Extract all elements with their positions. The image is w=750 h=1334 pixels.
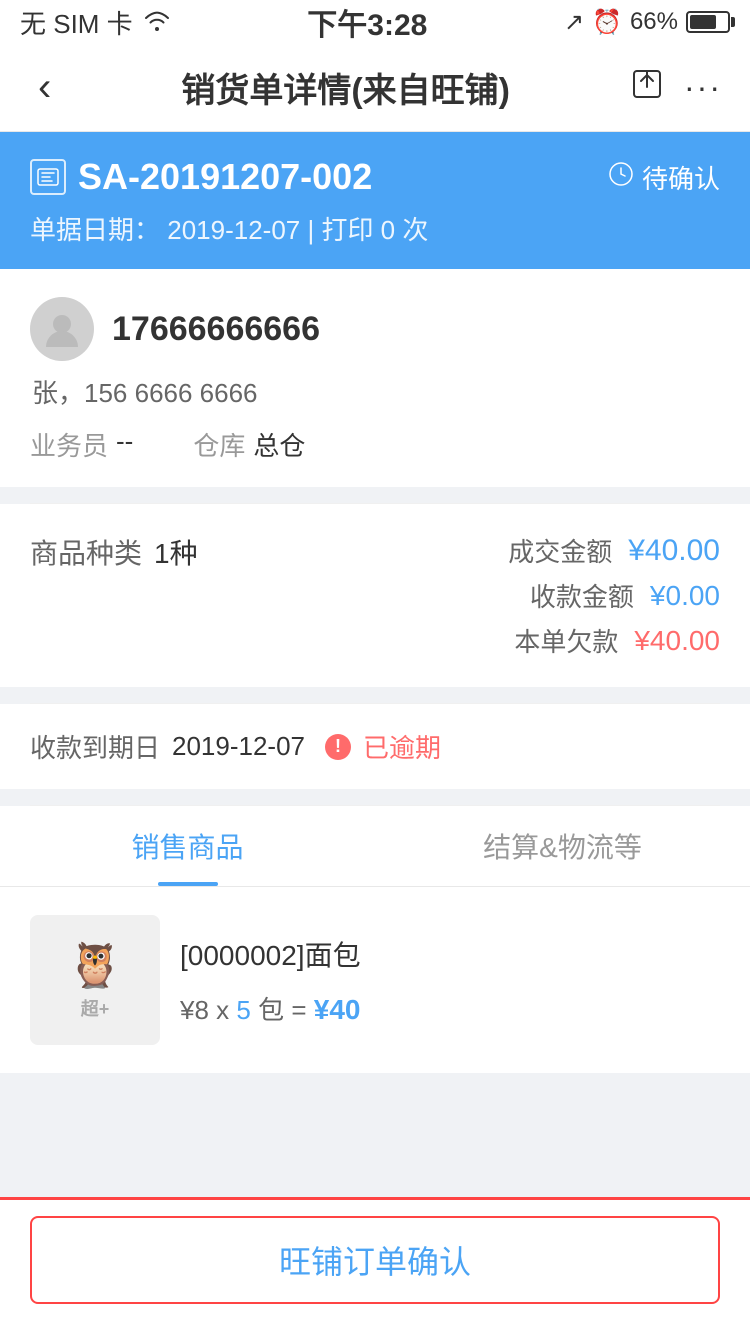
clock-icon <box>608 161 634 194</box>
due-date-label: 收款到期日 <box>30 728 160 765</box>
product-total: ¥40 <box>314 994 361 1025</box>
warehouse-label: 仓库 <box>193 426 245 463</box>
due-section: 收款到期日 2019-12-07 ! 已逾期 <box>0 704 750 789</box>
received-label: 收款金额 <box>530 577 634 614</box>
product-thumbnail: 🦉 超+ <box>30 915 160 1045</box>
amount-label: 成交金额 <box>508 532 612 569</box>
alarm-icon: ⏰ <box>592 8 622 37</box>
avatar <box>30 297 94 361</box>
customer-name: 张，156 6666 6666 <box>30 373 720 410</box>
order-date: 单据日期： 2019-12-07 | 打印 0 次 <box>30 210 720 247</box>
product-type-label: 商品种类 <box>30 532 142 572</box>
product-type-value: 1种 <box>154 532 198 572</box>
wifi-icon <box>143 7 171 38</box>
nav-actions: ··· <box>630 67 722 109</box>
amount-value: ¥40.00 <box>628 534 720 568</box>
battery-percent: 66% <box>630 8 678 36</box>
status-text: 待确认 <box>642 159 720 196</box>
battery-icon <box>686 11 730 33</box>
back-button[interactable]: ‹ <box>28 55 61 120</box>
product-info: [0000002]面包 ¥8 x 5 包 = ¥40 <box>180 934 720 1027</box>
sales-value: -- <box>116 426 133 463</box>
product-thumb-text: 超+ <box>81 995 110 1021</box>
product-list: 🦉 超+ [0000002]面包 ¥8 x 5 包 = ¥40 <box>0 887 750 1073</box>
status-time: 下午3:28 <box>307 0 427 44</box>
product-price: ¥8 x 5 包 = ¥40 <box>180 990 720 1027</box>
order-header: SA-20191207-002 待确认 单据日期： 2019-12-07 | 打… <box>0 132 750 269</box>
due-amount-value: ¥40.00 <box>634 625 720 657</box>
product-name: [0000002]面包 <box>180 934 720 974</box>
tabs-bar: 销售商品 结算&物流等 <box>0 806 750 887</box>
nav-bar: ‹ 销货单详情(来自旺铺) ··· <box>0 44 750 132</box>
more-button[interactable]: ··· <box>684 69 722 106</box>
share-button[interactable] <box>630 67 664 109</box>
order-id: SA-20191207-002 <box>30 156 372 198</box>
bottom-bar: 旺铺订单确认 <box>0 1197 750 1334</box>
order-status: 待确认 <box>608 159 720 196</box>
customer-meta: 业务员 -- 仓库 总仓 <box>30 426 720 463</box>
location-icon: ↗ <box>564 8 584 37</box>
summary-section: 商品种类 1种 成交金额 ¥40.00 收款金额 ¥0.00 本单欠款 ¥40.… <box>0 504 750 687</box>
due-date-value: 2019-12-07 <box>172 731 305 762</box>
customer-phone: 17666666666 <box>112 310 320 349</box>
received-value: ¥0.00 <box>650 580 720 612</box>
status-left: 无 SIM 卡 <box>20 4 171 41</box>
tab-sales-products[interactable]: 销售商品 <box>0 806 375 886</box>
product-thumb-icon: 🦉 <box>68 939 123 991</box>
overdue-icon: ! <box>325 734 351 760</box>
status-bar: 无 SIM 卡 下午3:28 ↗ ⏰ 66% <box>0 0 750 44</box>
page-title: 销货单详情(来自旺铺) <box>181 63 510 112</box>
customer-card: 17666666666 张，156 6666 6666 业务员 -- 仓库 总仓 <box>0 269 750 487</box>
overdue-text: 已逾期 <box>363 728 441 765</box>
sales-label: 业务员 <box>30 426 108 463</box>
status-right: ↗ ⏰ 66% <box>564 8 730 37</box>
warehouse-value: 总仓 <box>253 426 305 463</box>
due-amount-label: 本单欠款 <box>514 622 618 659</box>
product-qty: 5 <box>236 995 250 1025</box>
confirm-order-button[interactable]: 旺铺订单确认 <box>30 1216 720 1304</box>
tab-settlement[interactable]: 结算&物流等 <box>375 806 750 886</box>
product-item: 🦉 超+ [0000002]面包 ¥8 x 5 包 = ¥40 <box>0 887 750 1073</box>
order-id-icon <box>30 159 66 195</box>
carrier-text: 无 SIM 卡 <box>20 4 133 41</box>
